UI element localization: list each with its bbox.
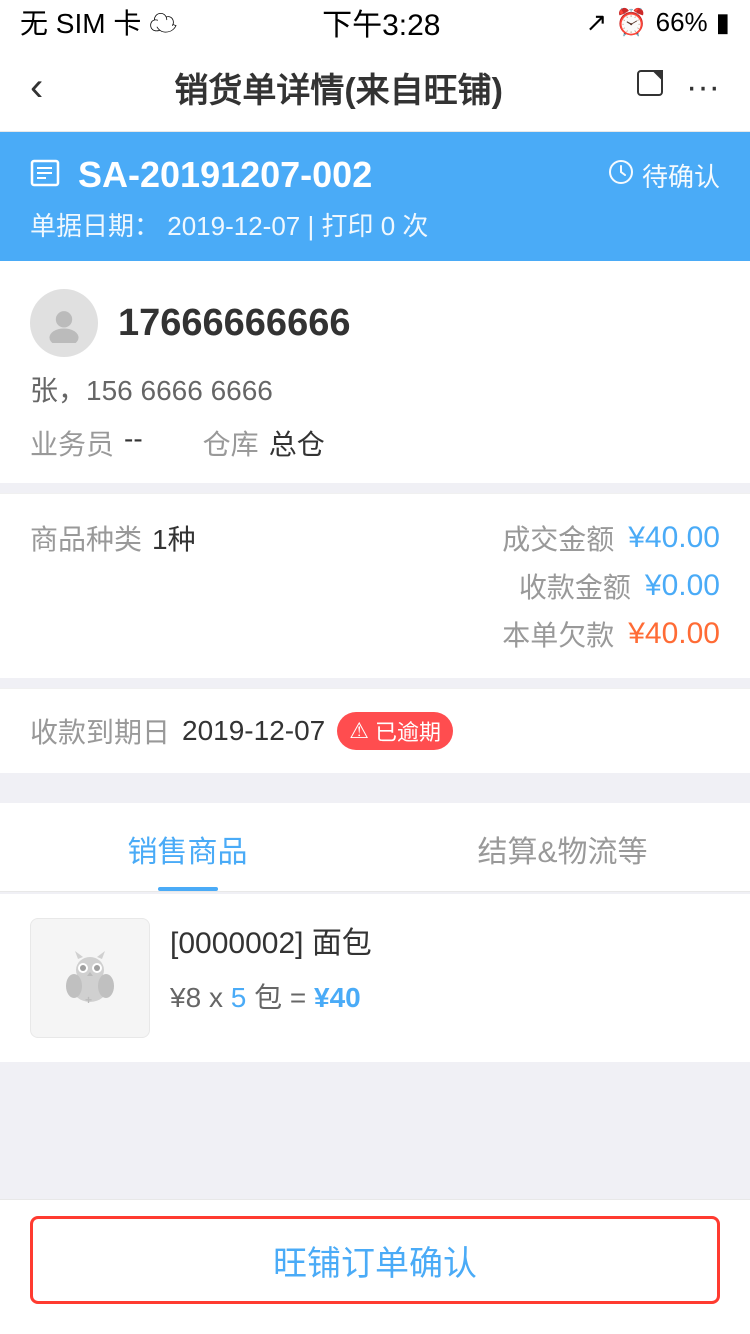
transaction-amount-row: 成交金额 ¥40.00 xyxy=(502,518,720,558)
location-icon: ↗ xyxy=(585,7,607,38)
product-total: ¥40 xyxy=(314,982,361,1013)
salesperson-value: -- xyxy=(124,423,143,463)
due-date-card: 收款到期日 2019-12-07 ⚠ 已逾期 xyxy=(0,689,750,773)
order-date: 2019-12-07 xyxy=(167,211,300,241)
separator: | xyxy=(307,211,321,241)
product-unit: 包 xyxy=(254,982,282,1013)
bottom-spacer xyxy=(0,1062,750,1182)
status-battery: ↗ ⏰ 66% ▮ xyxy=(585,7,730,38)
equals-symbol: = xyxy=(290,982,314,1013)
order-date-row: 单据日期： 2019-12-07 | 打印 0 次 xyxy=(30,206,720,243)
received-amount-row: 收款金额 ¥0.00 xyxy=(519,566,720,606)
order-id: SA-20191207-002 xyxy=(30,154,372,196)
confirm-button-label: 旺铺订单确认 xyxy=(273,1236,477,1285)
order-status: 待确认 xyxy=(608,157,720,194)
received-label: 收款金额 xyxy=(519,566,631,606)
tab-settlement-label: 结算&物流等 xyxy=(477,836,647,869)
more-button[interactable]: ··· xyxy=(686,68,720,107)
product-card: + [0000002] 面包 ¥8 x 5 包 = ¥40 xyxy=(0,894,750,1062)
order-status-text: 待确认 xyxy=(642,157,720,194)
product-name: [0000002] 面包 xyxy=(170,918,720,962)
due-date-value: 2019-12-07 xyxy=(182,715,325,747)
tabs-container: 销售商品 结算&物流等 xyxy=(0,803,750,892)
due-amount-label: 本单欠款 xyxy=(502,614,614,654)
tab-sales-products[interactable]: 销售商品 xyxy=(0,803,375,891)
print-unit: 次 xyxy=(402,211,428,241)
alarm-icon: ⏰ xyxy=(615,7,647,38)
overdue-text: 已逾期 xyxy=(375,715,441,747)
due-date-label: 收款到期日 xyxy=(30,711,170,751)
warning-icon: ⚠ xyxy=(349,718,369,744)
salesperson-meta: 业务员 -- xyxy=(30,423,143,463)
due-amount-row: 本单欠款 ¥40.00 xyxy=(502,614,720,654)
svg-text:+: + xyxy=(85,993,92,1007)
order-id-row: SA-20191207-002 待确认 xyxy=(30,154,720,196)
transaction-amount: ¥40.00 xyxy=(628,521,720,555)
multiply-symbol: x xyxy=(209,982,231,1013)
page-title: 销货单详情(来自旺铺) xyxy=(174,63,503,112)
summary-left: 商品种类 1种 xyxy=(30,518,196,558)
tab-sales-label: 销售商品 xyxy=(128,836,248,869)
summary-card: 商品种类 1种 成交金额 ¥40.00 收款金额 ¥0.00 本单欠款 ¥40.… xyxy=(0,494,750,678)
nav-actions: ··· xyxy=(634,67,720,108)
nav-bar: ‹ 销货单详情(来自旺铺) ··· xyxy=(0,44,750,132)
category-count: 1种 xyxy=(152,518,196,558)
product-price: ¥8 xyxy=(170,982,201,1013)
customer-name: 张，156 6666 6666 xyxy=(30,369,720,409)
customer-meta: 业务员 -- 仓库 总仓 xyxy=(30,423,720,463)
clock-icon xyxy=(608,159,634,192)
category-label: 商品种类 xyxy=(30,518,142,558)
product-logo: + xyxy=(55,948,125,1008)
confirm-button-container: 旺铺订单确认 xyxy=(0,1199,750,1334)
warehouse-meta: 仓库 总仓 xyxy=(203,423,325,463)
status-bar: 无 SIM 卡 ☁ 下午3:28 ↗ ⏰ 66% ▮ xyxy=(0,0,750,44)
transaction-label: 成交金额 xyxy=(502,518,614,558)
product-code: [0000002] xyxy=(170,927,303,960)
back-button[interactable]: ‹ xyxy=(30,65,43,110)
tab-settlement[interactable]: 结算&物流等 xyxy=(375,803,750,891)
gray-section-1 xyxy=(0,783,750,803)
battery-icon: ▮ xyxy=(716,7,730,38)
due-amount: ¥40.00 xyxy=(628,617,720,651)
order-id-text: SA-20191207-002 xyxy=(78,154,372,196)
product-thumbnail: + xyxy=(30,918,150,1038)
product-info: [0000002] 面包 ¥8 x 5 包 = ¥40 xyxy=(170,918,720,1016)
status-network: 无 SIM 卡 ☁ xyxy=(20,2,177,42)
status-time: 下午3:28 xyxy=(322,0,440,44)
received-amount: ¥0.00 xyxy=(645,569,720,603)
summary-right: 成交金额 ¥40.00 收款金额 ¥0.00 本单欠款 ¥40.00 xyxy=(502,518,720,654)
summary-row: 商品种类 1种 成交金额 ¥40.00 收款金额 ¥0.00 本单欠款 ¥40.… xyxy=(30,518,720,654)
overdue-badge: ⚠ 已逾期 xyxy=(337,712,453,750)
avatar xyxy=(30,289,98,357)
salesperson-label: 业务员 xyxy=(30,423,114,463)
battery-text: 66% xyxy=(656,7,708,38)
product-name-text: 面包 xyxy=(312,927,372,960)
warehouse-value: 总仓 xyxy=(269,423,325,463)
share-button[interactable] xyxy=(634,67,666,108)
order-doc-icon xyxy=(30,154,66,196)
confirm-order-button[interactable]: 旺铺订单确认 xyxy=(30,1216,720,1304)
print-count: 0 xyxy=(381,211,395,241)
warehouse-label: 仓库 xyxy=(203,423,259,463)
customer-phone: 17666666666 xyxy=(118,302,350,345)
tabs-row: 销售商品 结算&物流等 xyxy=(0,803,750,892)
product-quantity: 5 xyxy=(231,982,247,1013)
print-label: 打印 xyxy=(321,211,373,241)
product-price-row: ¥8 x 5 包 = ¥40 xyxy=(170,976,720,1016)
customer-main: 17666666666 xyxy=(30,289,720,357)
customer-card: 17666666666 张，156 6666 6666 业务员 -- 仓库 总仓 xyxy=(0,261,750,483)
order-header: SA-20191207-002 待确认 单据日期： 2019-12-07 | 打… xyxy=(0,132,750,261)
date-label: 单据日期： xyxy=(30,211,160,241)
